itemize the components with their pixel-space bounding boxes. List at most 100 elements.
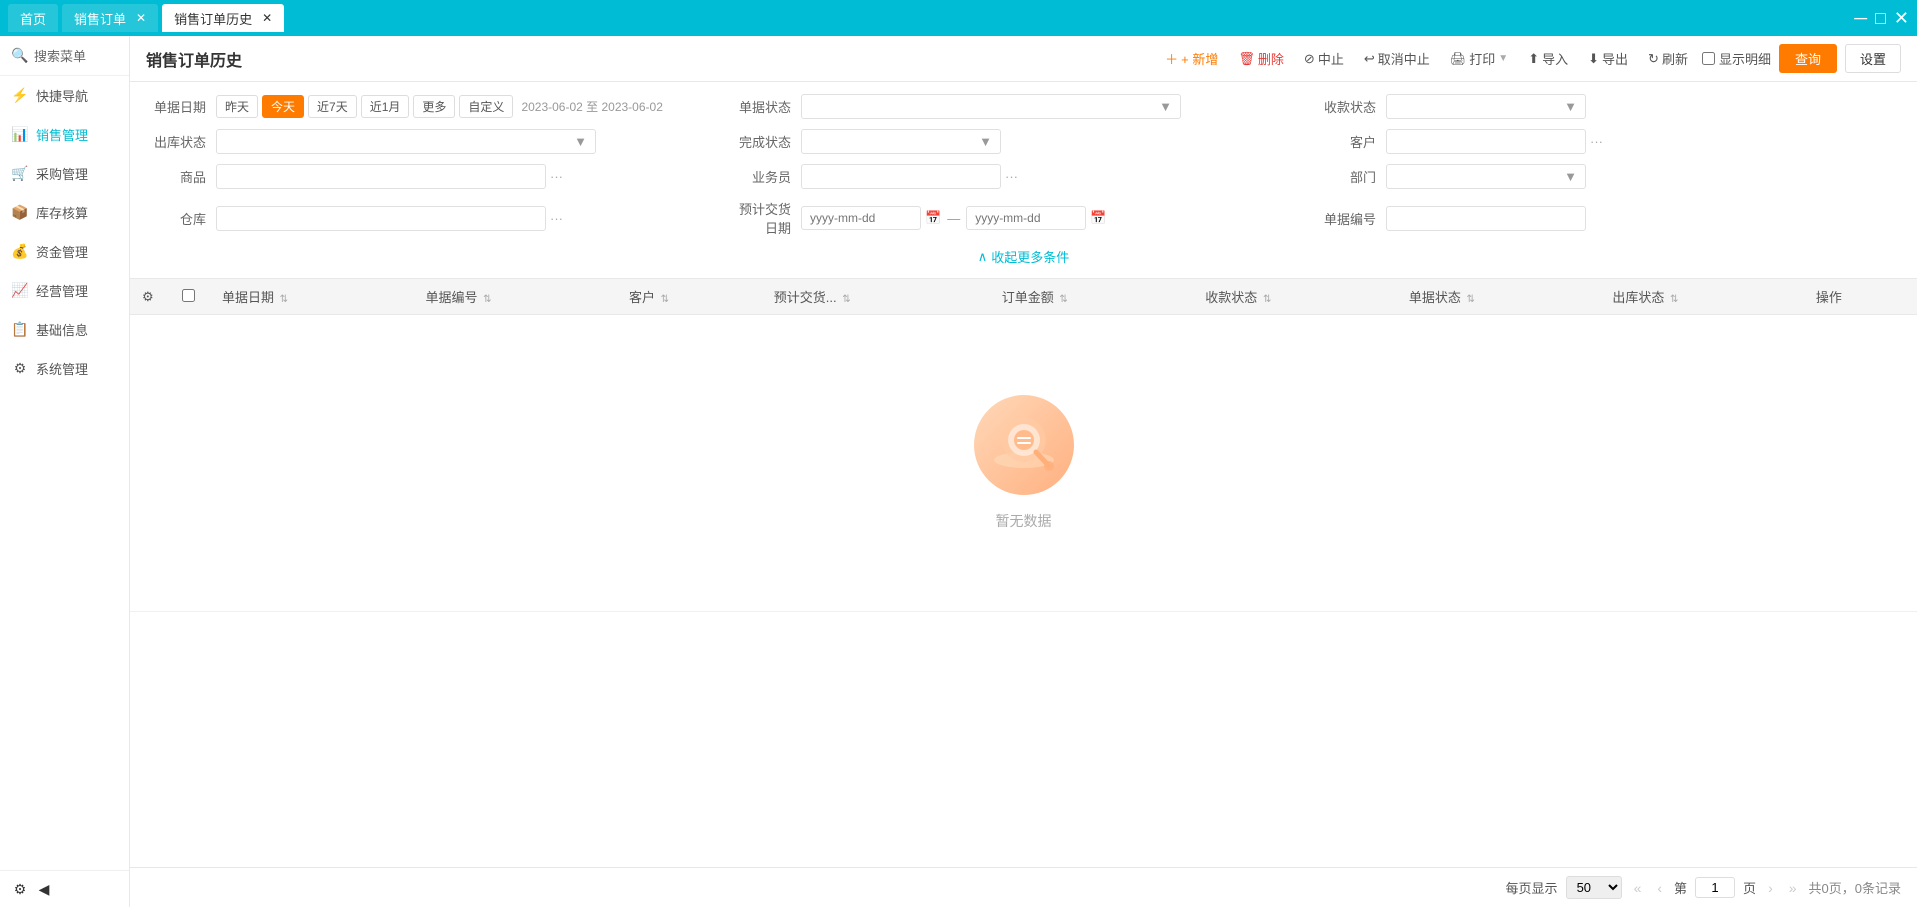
top-bar: 首页 销售订单 ✕ 销售订单历史 ✕ ─ □ ✕: [0, 0, 1917, 36]
operations-icon: 📈: [12, 283, 28, 299]
show-detail-toggle[interactable]: 显示明细: [1702, 49, 1771, 68]
print-icon: 🖨: [1450, 51, 1467, 67]
th-delivery-date[interactable]: 预计交货... ⇅: [762, 279, 990, 315]
bill-status-select[interactable]: ▼: [801, 94, 1181, 119]
th-action: 操作: [1804, 279, 1917, 315]
settings-button[interactable]: 设置: [1845, 44, 1901, 73]
salesman-input[interactable]: [801, 164, 1001, 189]
collapse-sidebar-icon[interactable]: ◀: [36, 881, 52, 897]
warehouse-input[interactable]: [216, 206, 546, 231]
last-page-button[interactable]: »: [1785, 878, 1801, 898]
bill-status-arrow-icon: ▼: [1159, 99, 1172, 114]
sort-customer-icon: ⇅: [661, 294, 669, 305]
close-tab-sales-order[interactable]: ✕: [136, 11, 146, 25]
refresh-button[interactable]: ↻ 刷新: [1642, 46, 1694, 71]
warehouse-control: ···: [216, 206, 731, 231]
sidebar-item-finance[interactable]: 💰 资金管理: [0, 232, 129, 271]
date-btn-yesterday[interactable]: 昨天: [216, 95, 258, 118]
collapse-up-icon: ∧: [978, 249, 988, 265]
close-tab-sales-order-history[interactable]: ✕: [262, 11, 272, 25]
show-detail-checkbox[interactable]: [1702, 52, 1715, 65]
warehouse-picker-icon[interactable]: ···: [550, 211, 563, 226]
toolbar: ＋ + 新增 🗑 删除 ⊘ 中止 ↩ 取消中止 🖨 打印: [1159, 44, 1901, 73]
bill-no-label: 单据编号: [1316, 209, 1386, 228]
delete-button[interactable]: 🗑 删除: [1232, 46, 1290, 71]
sidebar-item-operations[interactable]: 📈 经营管理: [0, 271, 129, 310]
column-settings-icon[interactable]: ⚙: [142, 289, 154, 304]
date-btn-1month[interactable]: 近1月: [361, 95, 410, 118]
th-bill-no[interactable]: 单据编号 ⇅: [414, 279, 618, 315]
export-button[interactable]: ⬇ 导出: [1582, 46, 1634, 71]
stop-button[interactable]: ⊘ 中止: [1298, 46, 1350, 71]
sidebar-item-purchase[interactable]: 🛒 采购管理: [0, 154, 129, 193]
select-all-checkbox[interactable]: [182, 289, 195, 302]
cancel-stop-button[interactable]: ↩ 取消中止: [1358, 46, 1436, 71]
delivery-date-to[interactable]: [966, 206, 1086, 230]
product-picker-icon[interactable]: ···: [550, 169, 563, 184]
page-number-input[interactable]: [1695, 877, 1735, 898]
th-bill-status[interactable]: 单据状态 ⇅: [1397, 279, 1601, 315]
complete-status-label: 完成状态: [731, 132, 801, 151]
next-page-button[interactable]: ›: [1764, 878, 1777, 898]
delivery-date-from[interactable]: [801, 206, 921, 230]
collapse-filter-button[interactable]: ∧ 收起更多条件: [146, 247, 1901, 266]
bill-no-control: [1386, 206, 1901, 231]
date-btns: 昨天 今天 近7天 近1月 更多 自定义: [216, 95, 513, 118]
tab-home[interactable]: 首页: [8, 4, 58, 32]
date-btn-custom[interactable]: 自定义: [459, 95, 513, 118]
date-range-text: 2023-06-02 至 2023-06-02: [521, 98, 662, 115]
calendar-to-icon[interactable]: 📅: [1090, 210, 1106, 226]
print-button[interactable]: 🖨 打印 ▼: [1444, 46, 1514, 71]
tab-sales-order-history[interactable]: 销售订单历史 ✕: [162, 4, 284, 32]
date-btn-7days[interactable]: 近7天: [308, 95, 357, 118]
total-text: 共0页，0条记录: [1809, 878, 1901, 897]
date-btn-today[interactable]: 今天: [262, 95, 304, 118]
new-button[interactable]: ＋ + 新增: [1159, 46, 1224, 71]
th-settings[interactable]: ⚙: [130, 279, 170, 315]
receipt-status-select[interactable]: ▼: [1386, 94, 1586, 119]
salesman-control: ···: [801, 164, 1316, 189]
per-page-select[interactable]: 50 10 20 100: [1566, 876, 1622, 899]
first-page-button[interactable]: «: [1630, 878, 1646, 898]
sidebar-item-sales[interactable]: 📊 销售管理: [0, 115, 129, 154]
bill-no-input[interactable]: [1386, 206, 1586, 231]
window-maximize-button[interactable]: □: [1875, 8, 1886, 29]
sidebar-search[interactable]: 🔍 搜索菜单: [0, 36, 129, 76]
product-input[interactable]: [216, 164, 546, 189]
complete-status-control: ▼: [801, 129, 1316, 154]
sort-bill-no-icon: ⇅: [483, 294, 491, 305]
filter-row-1: 单据日期 昨天 今天 近7天 近1月 更多 自定义 2023-06-02 至 2…: [146, 94, 1901, 119]
dept-label: 部门: [1316, 167, 1386, 186]
page-label: 第: [1674, 878, 1687, 897]
th-customer[interactable]: 客户 ⇅: [617, 279, 762, 315]
customer-picker-icon[interactable]: ···: [1590, 134, 1603, 149]
out-status-select[interactable]: ▼: [216, 129, 596, 154]
tab-sales-order[interactable]: 销售订单 ✕: [62, 4, 158, 32]
basic-info-icon: 📋: [12, 322, 28, 338]
prev-page-button[interactable]: ‹: [1653, 878, 1666, 898]
import-button[interactable]: ⬆ 导入: [1522, 46, 1574, 71]
settings-bottom-icon[interactable]: ⚙: [12, 881, 28, 897]
customer-input[interactable]: [1386, 129, 1586, 154]
delivery-date-control: 📅 — 📅: [801, 206, 1316, 230]
th-bill-date[interactable]: 单据日期 ⇅: [210, 279, 414, 315]
sidebar-item-basic-info[interactable]: 📋 基础信息: [0, 310, 129, 349]
th-checkbox[interactable]: [170, 279, 210, 315]
window-close-button[interactable]: ✕: [1894, 8, 1909, 29]
dept-arrow-icon: ▼: [1564, 169, 1577, 184]
sort-out-icon: ⇅: [1670, 294, 1678, 305]
main-layout: 🔍 搜索菜单 ⚡ 快捷导航 📊 销售管理 🛒 采购管理 📦 库存核算 💰 资金管…: [0, 36, 1917, 907]
sidebar-item-inventory[interactable]: 📦 库存核算: [0, 193, 129, 232]
complete-status-select[interactable]: ▼: [801, 129, 1001, 154]
sidebar-item-quick-nav[interactable]: ⚡ 快捷导航: [0, 76, 129, 115]
sidebar-item-system[interactable]: ⚙ 系统管理: [0, 349, 129, 388]
th-order-amount[interactable]: 订单金额 ⇅: [990, 279, 1194, 315]
salesman-picker-icon[interactable]: ···: [1005, 169, 1018, 184]
th-receipt-status[interactable]: 收款状态 ⇅: [1193, 279, 1397, 315]
dept-select[interactable]: ▼: [1386, 164, 1586, 189]
th-out-status[interactable]: 出库状态 ⇅: [1600, 279, 1804, 315]
date-btn-more[interactable]: 更多: [413, 95, 455, 118]
calendar-from-icon[interactable]: 📅: [925, 210, 941, 226]
query-button[interactable]: 查询: [1779, 44, 1837, 73]
window-minimize-button[interactable]: ─: [1854, 8, 1867, 29]
